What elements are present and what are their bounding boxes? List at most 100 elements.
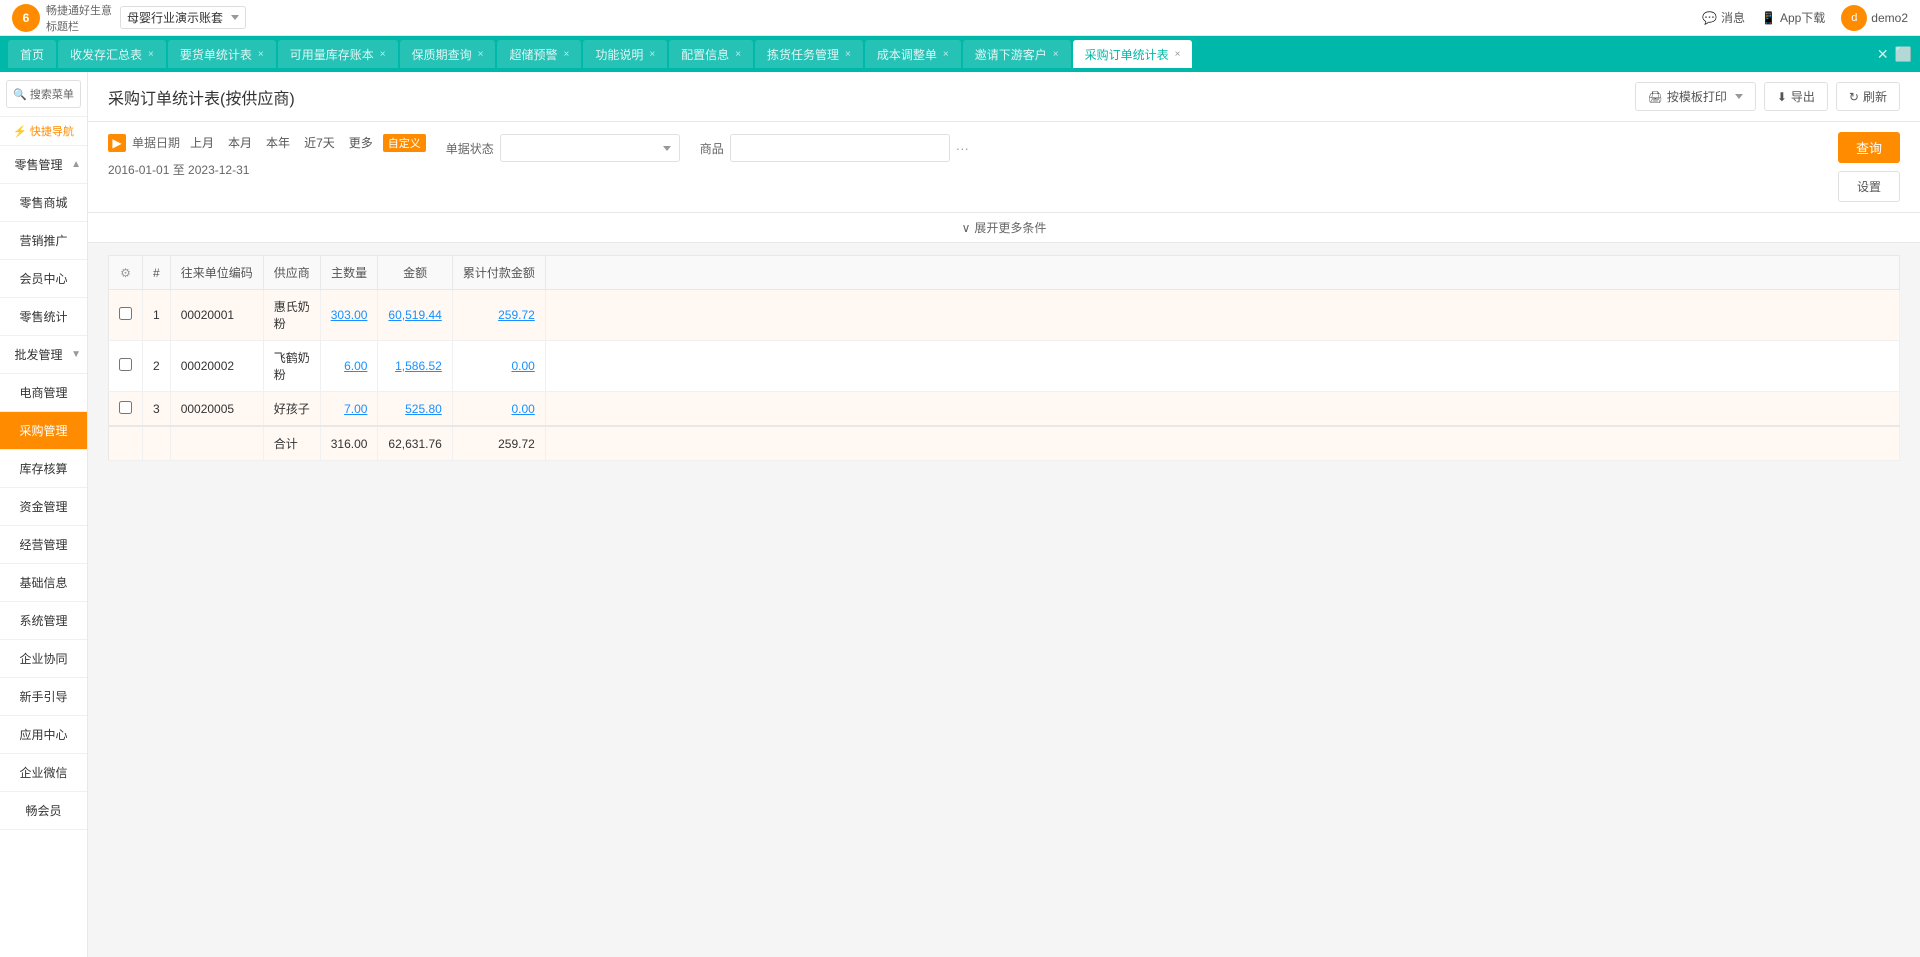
unit-code-cell: 00020005: [170, 392, 263, 427]
shortcut-7days[interactable]: 近7天: [300, 132, 339, 153]
tab-label: 采购订单统计表: [1085, 46, 1169, 63]
sidebar-item-member-center[interactable]: 会员中心: [0, 260, 87, 298]
tab-close-icon[interactable]: ×: [735, 49, 741, 60]
sidebar-item-ecommerce-mgmt[interactable]: 电商管理: [0, 374, 87, 412]
maximize-icon[interactable]: ⬜: [1895, 46, 1912, 63]
tab-pick-task[interactable]: 拣货任务管理 ×: [755, 40, 863, 68]
refresh-button[interactable]: ↻ 刷新: [1836, 82, 1900, 111]
row-check-input[interactable]: [119, 307, 132, 320]
tab-close-icon[interactable]: ×: [1175, 49, 1181, 60]
sidebar-item-retail-shop[interactable]: 零售商城: [0, 184, 87, 222]
tab-close-icon[interactable]: ×: [563, 49, 569, 60]
quick-nav-area: ⚡ 快捷导航: [0, 117, 87, 146]
tab-close-icon[interactable]: ×: [845, 49, 851, 60]
tab-close-icon[interactable]: ×: [1053, 49, 1059, 60]
row-num: 3: [143, 392, 171, 427]
page-header-actions: 🖨 按模板打印 ⬇ 导出 ↻ 刷新: [1635, 82, 1900, 111]
top-bar-left: 6 畅捷通好生意 标题栏 母婴行业演示账套: [12, 2, 246, 34]
sidebar-item-ops-mgmt[interactable]: 经营管理: [0, 526, 87, 564]
sidebar-item-finance[interactable]: 资金管理: [0, 488, 87, 526]
table-header-row: ⚙ # 往来单位编码 供应商 主数量 金额 累计付款金额: [109, 256, 1900, 290]
footer-label: 合计: [263, 426, 320, 461]
row-checkbox[interactable]: [109, 290, 143, 341]
row-num: 1: [143, 290, 171, 341]
expand-icon: ▲: [71, 159, 81, 170]
sidebar-item-retail-stats[interactable]: 零售统计: [0, 298, 87, 336]
footer-qty: 316.00: [320, 426, 378, 461]
workspace-selector[interactable]: 母婴行业演示账套: [120, 6, 246, 29]
shortcut-this-year[interactable]: 本年: [262, 132, 294, 153]
sidebar-item-basic-info[interactable]: 基础信息: [0, 564, 87, 602]
th-extra: [545, 256, 1899, 290]
close-all-icon[interactable]: ✕: [1877, 46, 1889, 63]
sidebar-item-sys-mgmt[interactable]: 系统管理: [0, 602, 87, 640]
qty-cell: 6.00: [320, 341, 378, 392]
supplier-cell: 好孩子: [263, 392, 320, 427]
th-settings: ⚙: [109, 256, 143, 290]
paid-cell: 0.00: [452, 392, 545, 427]
column-settings-icon[interactable]: ⚙: [120, 266, 131, 280]
sidebar-item-corp-collab[interactable]: 企业协同: [0, 640, 87, 678]
expand-more-button[interactable]: ∨ 展开更多条件: [962, 219, 1047, 236]
tab-order-summary[interactable]: 要货单统计表 ×: [168, 40, 276, 68]
message-button[interactable]: 💬 消息: [1702, 9, 1745, 26]
tab-available-stock[interactable]: 可用量库存账本 ×: [278, 40, 398, 68]
tab-label: 收发存汇总表: [70, 46, 142, 63]
tab-home-label: 首页: [20, 46, 44, 63]
tab-close-icon[interactable]: ×: [478, 49, 484, 60]
shortcut-last-month[interactable]: 上月: [186, 132, 218, 153]
search-icon: 🔍: [13, 88, 27, 101]
th-unit-code: 往来单位编码: [170, 256, 263, 290]
sidebar-item-app-center[interactable]: 应用中心: [0, 716, 87, 754]
custom-badge[interactable]: 自定义: [383, 134, 426, 152]
amount-cell: 60,519.44: [378, 290, 452, 341]
tab-cost-adjust[interactable]: 成本调整单 ×: [865, 40, 961, 68]
tab-function-desc[interactable]: 功能说明 ×: [583, 40, 667, 68]
search-menu-button[interactable]: 🔍 搜索菜单: [6, 80, 81, 108]
tab-overstock-alert[interactable]: 超储预警 ×: [497, 40, 581, 68]
export-button[interactable]: ⬇ 导出: [1764, 82, 1828, 111]
workspace-name: 母婴行业演示账套: [127, 9, 223, 26]
tab-close-icon[interactable]: ×: [148, 49, 154, 60]
shortcut-more[interactable]: 更多: [345, 132, 377, 153]
row-checkbox[interactable]: [109, 392, 143, 427]
sidebar-item-retail-mgmt[interactable]: 零售管理 ▲: [0, 146, 87, 184]
tab-close-icon[interactable]: ×: [943, 49, 949, 60]
shortcut-this-month[interactable]: 本月: [224, 132, 256, 153]
top-bar-right: 💬 消息 📱 App下载 d demo2: [1702, 5, 1908, 31]
filter-expand-arrow[interactable]: ▶: [108, 134, 126, 152]
quick-nav-button[interactable]: ⚡ 快捷导航: [6, 123, 81, 139]
tab-close-icon[interactable]: ×: [649, 49, 655, 60]
sidebar-item-marketing[interactable]: 营销推广: [0, 222, 87, 260]
tab-invite-downstream[interactable]: 邀请下游客户 ×: [963, 40, 1071, 68]
expand-icon: ▼: [71, 349, 81, 360]
settings-button[interactable]: 设置: [1838, 171, 1900, 202]
tab-close-icon[interactable]: ×: [380, 49, 386, 60]
tab-config-info[interactable]: 配置信息 ×: [669, 40, 753, 68]
sidebar-item-purchase-mgmt[interactable]: 采购管理: [0, 412, 87, 450]
tab-purchase-summary[interactable]: 采购订单统计表 ×: [1073, 40, 1193, 68]
sidebar-item-vip-member[interactable]: 畅会员: [0, 792, 87, 830]
goods-input[interactable]: [730, 134, 950, 162]
query-actions: 查询 设置: [1838, 132, 1900, 202]
tab-home[interactable]: 首页: [8, 40, 56, 68]
sidebar-item-corp-wechat[interactable]: 企业微信: [0, 754, 87, 792]
amount-cell: 525.80: [378, 392, 452, 427]
tab-close-icon[interactable]: ×: [258, 49, 264, 60]
goods-more-icon[interactable]: ···: [956, 141, 969, 156]
sidebar-item-new-guide[interactable]: 新手引导: [0, 678, 87, 716]
template-print-button[interactable]: 🖨 按模板打印: [1635, 82, 1756, 111]
tab-expiry-query[interactable]: 保质期查询 ×: [400, 40, 496, 68]
tab-receive-summary[interactable]: 收发存汇总表 ×: [58, 40, 166, 68]
sidebar-item-inventory[interactable]: 库存核算: [0, 450, 87, 488]
status-select[interactable]: [500, 134, 680, 162]
row-check-input[interactable]: [119, 401, 132, 414]
row-check-input[interactable]: [119, 358, 132, 371]
row-checkbox[interactable]: [109, 341, 143, 392]
tab-label: 邀请下游客户: [975, 46, 1047, 63]
query-button[interactable]: 查询: [1838, 132, 1900, 163]
user-avatar[interactable]: d demo2: [1841, 5, 1908, 31]
avatar-icon: d: [1841, 5, 1867, 31]
sidebar-item-wholesale-mgmt[interactable]: 批发管理 ▼: [0, 336, 87, 374]
app-download-button[interactable]: 📱 App下载: [1761, 9, 1825, 26]
